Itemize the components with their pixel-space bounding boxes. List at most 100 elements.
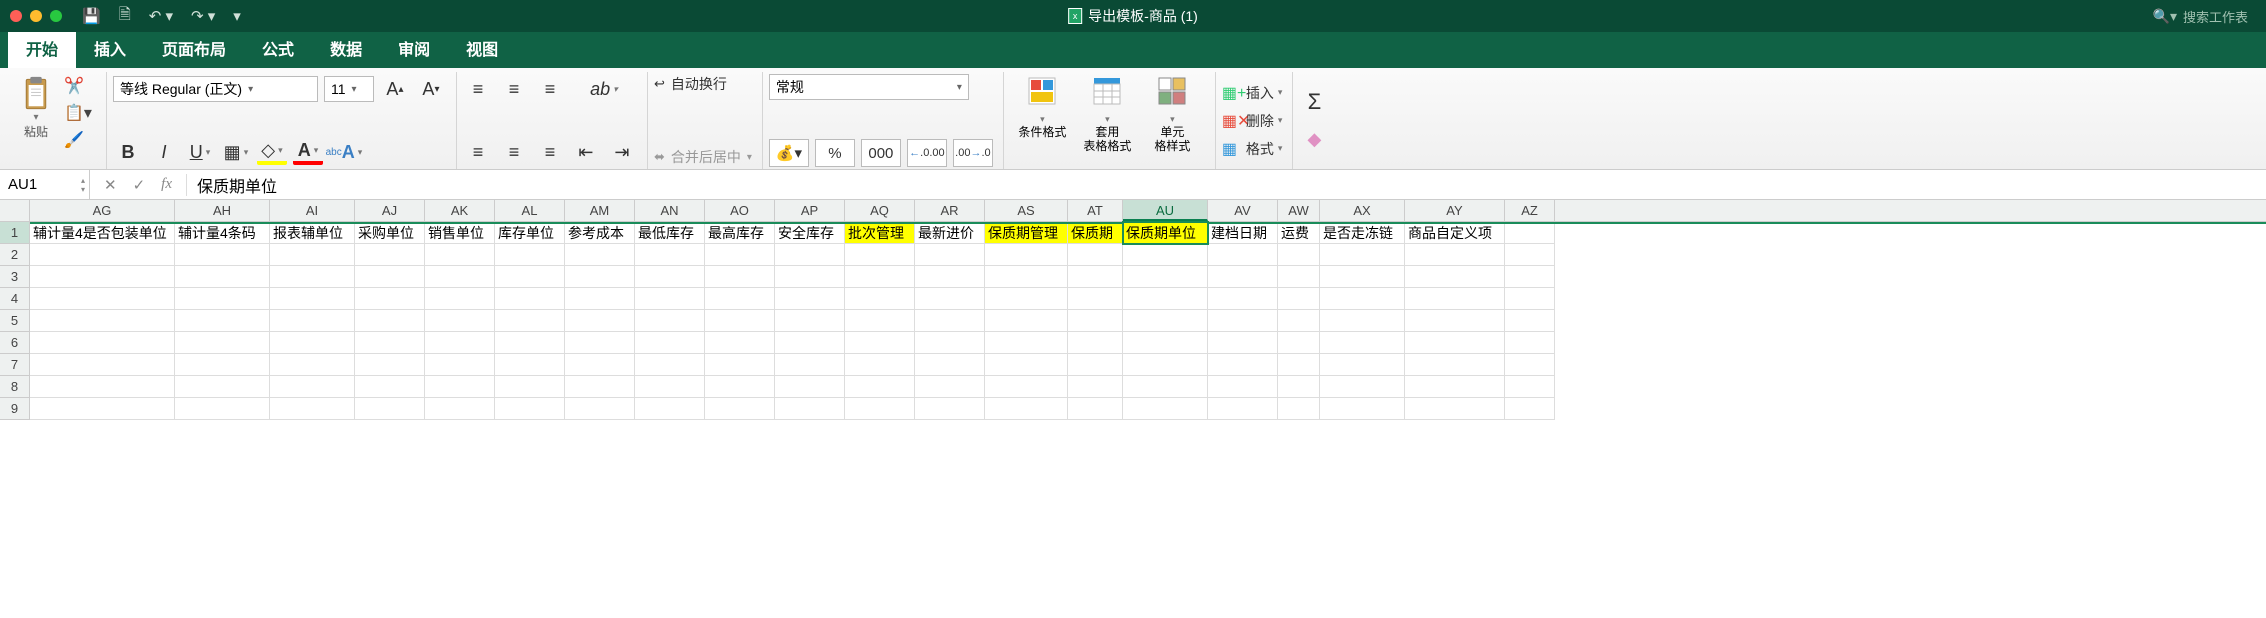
- cell-AM1[interactable]: 参考成本: [565, 222, 635, 244]
- cell-AH1[interactable]: 辅计量4条码: [175, 222, 270, 244]
- cell-AN5[interactable]: [635, 310, 705, 332]
- cell-AV9[interactable]: [1208, 398, 1278, 420]
- cell-AM5[interactable]: [565, 310, 635, 332]
- cell-AV6[interactable]: [1208, 332, 1278, 354]
- tab-review[interactable]: 审阅: [380, 28, 448, 68]
- undo-icon[interactable]: ↶ ▾: [149, 7, 173, 25]
- cell-AP2[interactable]: [775, 244, 845, 266]
- cell-AI7[interactable]: [270, 354, 355, 376]
- column-header-AW[interactable]: AW: [1278, 200, 1320, 221]
- cell-AM9[interactable]: [565, 398, 635, 420]
- format-cells-button[interactable]: ▦ 格式 ▾: [1222, 139, 1283, 159]
- cell-AU7[interactable]: [1123, 354, 1208, 376]
- cell-AO1[interactable]: 最高库存: [705, 222, 775, 244]
- save-as-icon[interactable]: 🗎: [119, 4, 131, 29]
- select-all-corner[interactable]: [0, 200, 30, 222]
- cell-AJ1[interactable]: 采购单位: [355, 222, 425, 244]
- copy-icon[interactable]: 📋▾: [64, 103, 92, 123]
- cell-AY7[interactable]: [1405, 354, 1505, 376]
- autosum-icon[interactable]: Σ: [1299, 87, 1329, 117]
- cell-AY5[interactable]: [1405, 310, 1505, 332]
- cell-AU9[interactable]: [1123, 398, 1208, 420]
- decrease-decimal-button[interactable]: .00→.0: [953, 139, 993, 167]
- align-bottom-icon[interactable]: ≡: [535, 74, 565, 104]
- cell-AK7[interactable]: [425, 354, 495, 376]
- cell-AW5[interactable]: [1278, 310, 1320, 332]
- cell-AS6[interactable]: [985, 332, 1068, 354]
- cell-AY8[interactable]: [1405, 376, 1505, 398]
- cell-AG9[interactable]: [30, 398, 175, 420]
- cell-AP3[interactable]: [775, 266, 845, 288]
- cell-AO9[interactable]: [705, 398, 775, 420]
- column-header-AZ[interactable]: AZ: [1505, 200, 1555, 221]
- cell-AH4[interactable]: [175, 288, 270, 310]
- italic-button[interactable]: I: [149, 137, 179, 167]
- cell-AK6[interactable]: [425, 332, 495, 354]
- column-header-AO[interactable]: AO: [705, 200, 775, 221]
- cell-AR4[interactable]: [915, 288, 985, 310]
- decrease-font-icon[interactable]: A▾: [416, 74, 446, 104]
- row-header-1[interactable]: 1: [0, 222, 29, 244]
- cell-AO6[interactable]: [705, 332, 775, 354]
- cell-AS5[interactable]: [985, 310, 1068, 332]
- cells-area[interactable]: 辅计量4是否包装单位辅计量4条码报表辅单位采购单位销售单位库存单位参考成本最低库…: [30, 222, 2266, 420]
- cell-AL9[interactable]: [495, 398, 565, 420]
- cell-AK1[interactable]: 销售单位: [425, 222, 495, 244]
- cell-AM8[interactable]: [565, 376, 635, 398]
- cell-AZ8[interactable]: [1505, 376, 1555, 398]
- column-header-AL[interactable]: AL: [495, 200, 565, 221]
- cell-AO8[interactable]: [705, 376, 775, 398]
- indent-decrease-icon[interactable]: ⇤: [571, 137, 601, 167]
- cell-AT6[interactable]: [1068, 332, 1123, 354]
- align-top-icon[interactable]: ≡: [463, 74, 493, 104]
- cell-AI5[interactable]: [270, 310, 355, 332]
- cell-AL5[interactable]: [495, 310, 565, 332]
- minimize-window[interactable]: [30, 10, 42, 22]
- cell-AW6[interactable]: [1278, 332, 1320, 354]
- phonetic-button[interactable]: abcA: [329, 137, 359, 167]
- align-right-icon[interactable]: ≡: [535, 137, 565, 167]
- cell-AT4[interactable]: [1068, 288, 1123, 310]
- comma-button[interactable]: 000: [861, 139, 901, 167]
- cell-AV5[interactable]: [1208, 310, 1278, 332]
- cell-AV8[interactable]: [1208, 376, 1278, 398]
- cell-AM4[interactable]: [565, 288, 635, 310]
- cell-AQ3[interactable]: [845, 266, 915, 288]
- cell-AH3[interactable]: [175, 266, 270, 288]
- cell-AQ6[interactable]: [845, 332, 915, 354]
- cell-AJ3[interactable]: [355, 266, 425, 288]
- tab-home[interactable]: 开始: [8, 28, 76, 68]
- cell-AI4[interactable]: [270, 288, 355, 310]
- row-header-5[interactable]: 5: [0, 310, 29, 332]
- cell-AK9[interactable]: [425, 398, 495, 420]
- clear-icon[interactable]: ◆: [1299, 125, 1329, 155]
- cell-AJ4[interactable]: [355, 288, 425, 310]
- cell-AQ4[interactable]: [845, 288, 915, 310]
- cell-AJ2[interactable]: [355, 244, 425, 266]
- cell-AV7[interactable]: [1208, 354, 1278, 376]
- cell-AJ8[interactable]: [355, 376, 425, 398]
- delete-cells-button[interactable]: ▦✕ 删除 ▾: [1222, 111, 1283, 131]
- column-header-AH[interactable]: AH: [175, 200, 270, 221]
- cell-AW2[interactable]: [1278, 244, 1320, 266]
- cell-AM2[interactable]: [565, 244, 635, 266]
- cell-AL4[interactable]: [495, 288, 565, 310]
- cell-AU4[interactable]: [1123, 288, 1208, 310]
- cell-AQ8[interactable]: [845, 376, 915, 398]
- cell-AN1[interactable]: 最低库存: [635, 222, 705, 244]
- cell-AW4[interactable]: [1278, 288, 1320, 310]
- cell-AT8[interactable]: [1068, 376, 1123, 398]
- cell-AU3[interactable]: [1123, 266, 1208, 288]
- cell-AZ9[interactable]: [1505, 398, 1555, 420]
- column-header-AM[interactable]: AM: [565, 200, 635, 221]
- cut-icon[interactable]: ✂️: [64, 76, 92, 96]
- number-format-combo[interactable]: 常规▾: [769, 74, 969, 100]
- merge-center-button[interactable]: ⬌ 合并后居中 ▾: [654, 147, 752, 167]
- cell-AP5[interactable]: [775, 310, 845, 332]
- row-header-2[interactable]: 2: [0, 244, 29, 266]
- cell-AX1[interactable]: 是否走冻链: [1320, 222, 1405, 244]
- cell-AT1[interactable]: 保质期: [1068, 222, 1123, 244]
- cell-AN3[interactable]: [635, 266, 705, 288]
- indent-increase-icon[interactable]: ⇥: [607, 137, 637, 167]
- cell-AZ6[interactable]: [1505, 332, 1555, 354]
